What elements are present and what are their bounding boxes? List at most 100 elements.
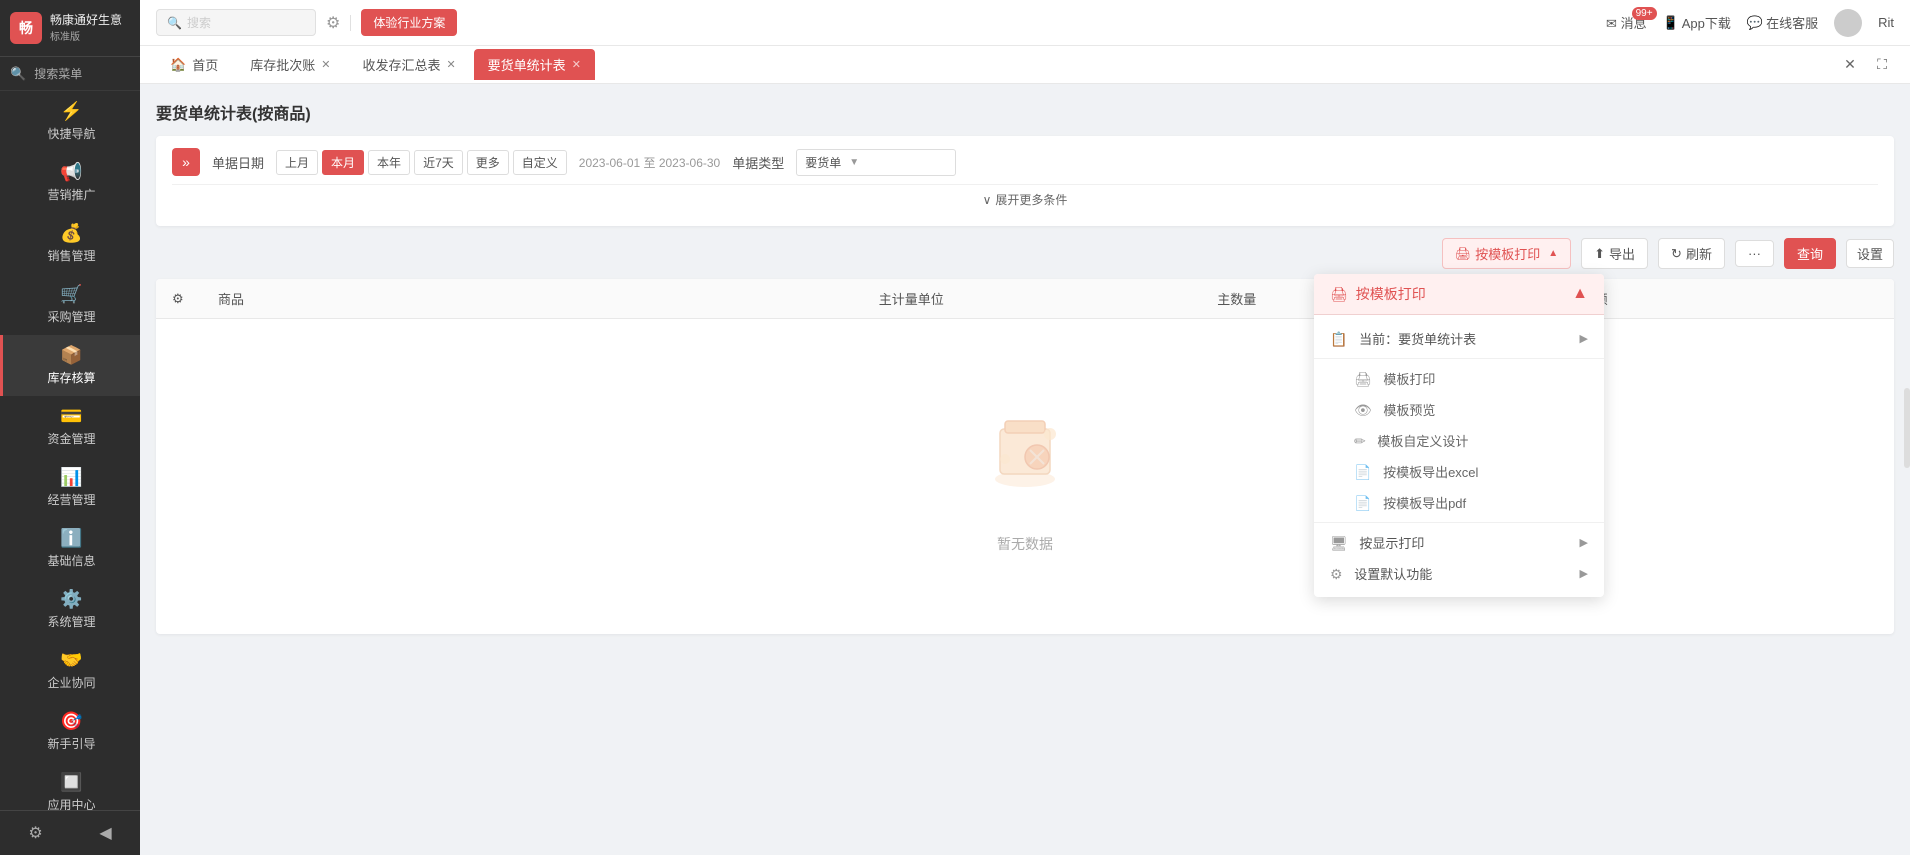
tab-close-inventory-batch[interactable]: ✕ xyxy=(321,58,330,71)
set-default-arrow: ▶ xyxy=(1580,567,1588,580)
tab-home[interactable]: 🏠 首页 xyxy=(156,49,232,80)
expand-more-icon: ∨ xyxy=(983,193,992,207)
filter-date-7days[interactable]: 近7天 xyxy=(414,150,463,175)
sidebar-item-collab[interactable]: 🤝 企业协同 xyxy=(0,640,140,701)
username-label[interactable]: Rit xyxy=(1878,15,1894,30)
sidebar-item-appstore[interactable]: 🔲 应用中心 xyxy=(0,762,140,810)
print-template-button[interactable]: 🖨 按模板打印 ▲ xyxy=(1442,238,1571,269)
topbar-search[interactable]: 🔍 搜索 xyxy=(156,9,316,36)
print-display[interactable]: 🖥 按显示打印 ▶ xyxy=(1314,527,1604,558)
message-icon: ✉ xyxy=(1606,16,1621,31)
sidebar-item-marketing[interactable]: 📢 营销推广 xyxy=(0,152,140,213)
print-current-template[interactable]: 📋 当前：要货单统计表 ▶ xyxy=(1314,323,1604,354)
export-button[interactable]: ⬆ 导出 xyxy=(1581,238,1648,269)
system-icon: ⚙️ xyxy=(60,589,82,610)
table-card: ⚙ 商品 主计量单位 主数量 零售金额 xyxy=(156,279,1894,634)
tab-receivable-label: 收发存汇总表 xyxy=(362,55,440,74)
filter-expand-button[interactable]: » xyxy=(172,148,200,176)
sidebar-nav: ⚡ 快捷导航 📢 营销推广 💰 销售管理 🛒 采购管理 📦 库存核算 💳 资金管… xyxy=(0,91,140,810)
print-dropdown-close-button[interactable]: ▲ xyxy=(1572,285,1588,303)
sidebar-item-operations[interactable]: 📊 经营管理 xyxy=(0,457,140,518)
topbar-search-placeholder: 搜索 xyxy=(187,14,211,31)
page-title: 要货单统计表(按商品) xyxy=(156,100,1894,124)
sidebar-search-label: 搜索菜单 xyxy=(34,65,82,82)
sidebar-item-basic[interactable]: ℹ️ 基础信息 xyxy=(0,518,140,579)
table-header: ⚙ 商品 主计量单位 主数量 零售金额 xyxy=(156,279,1894,319)
col-unit: 主计量单位 xyxy=(879,289,1201,308)
settings-button[interactable]: 设置 xyxy=(1846,239,1894,268)
sidebar-item-label: 采购管理 xyxy=(47,308,95,325)
more-icon: ··· xyxy=(1748,246,1761,261)
tab-close-order-stats[interactable]: ✕ xyxy=(572,58,581,71)
sidebar-item-label: 库存核算 xyxy=(47,369,95,386)
sidebar-bottom: ⚙ ◀ xyxy=(0,810,140,855)
topbar-online-service[interactable]: 💬 在线客服 xyxy=(1747,13,1818,32)
operations-icon: 📊 xyxy=(60,467,82,488)
empty-text: 暂无数据 xyxy=(997,534,1053,554)
print-template-export-pdf[interactable]: 📄 按模板导出pdf xyxy=(1314,487,1604,518)
template-design-icon: ✏ xyxy=(1354,433,1366,449)
filter-type-select[interactable]: 要货单 ▼ xyxy=(796,149,956,176)
filter-date-more[interactable]: 更多 xyxy=(467,150,509,175)
sidebar-settings-icon[interactable]: ⚙ xyxy=(20,819,50,847)
filter-date-this-year[interactable]: 本年 xyxy=(368,150,410,175)
tab-home-label: 首页 xyxy=(192,55,218,74)
filter-type-arrow-icon: ▼ xyxy=(849,157,859,168)
empty-icon xyxy=(975,399,1075,518)
print-set-default[interactable]: ⚙ 设置默认功能 ▶ xyxy=(1314,558,1604,589)
filter-date-this-month[interactable]: 本月 xyxy=(322,150,364,175)
sidebar-collapse-icon[interactable]: ◀ xyxy=(91,819,119,847)
sidebar-search[interactable]: 🔍 搜索菜单 xyxy=(0,57,140,91)
sidebar-item-inventory[interactable]: 📦 库存核算 xyxy=(0,335,140,396)
tab-order-stats[interactable]: 要货单统计表 ✕ xyxy=(474,49,595,80)
more-options-button[interactable]: ··· xyxy=(1735,240,1774,267)
refresh-button[interactable]: ↻ 刷新 xyxy=(1658,238,1725,269)
sidebar-item-quick-nav[interactable]: ⚡ 快捷导航 xyxy=(0,91,140,152)
topbar-gear-icon[interactable]: ⚙ xyxy=(326,13,340,33)
collab-icon: 🤝 xyxy=(60,650,82,671)
sidebar-item-label: 经营管理 xyxy=(47,491,95,508)
template-export-pdf-label: 按模板导出pdf xyxy=(1383,496,1466,511)
display-print-arrow: ▶ xyxy=(1580,536,1588,549)
tab-maximize-button[interactable]: ⛶ xyxy=(1870,53,1894,77)
topbar-messages[interactable]: ✉ 消息 99+ xyxy=(1606,13,1647,32)
filter-date-last-month[interactable]: 上月 xyxy=(276,150,318,175)
template-print-icon: 🖨 xyxy=(1354,371,1372,387)
sidebar-item-system[interactable]: ⚙️ 系统管理 xyxy=(0,579,140,640)
print-template-design[interactable]: ✏ 模板自定义设计 xyxy=(1314,425,1604,456)
tab-inventory-batch[interactable]: 库存批次账 ✕ xyxy=(236,49,344,80)
dropdown-divider-2 xyxy=(1314,522,1604,523)
message-badge: 99+ xyxy=(1632,7,1657,20)
sidebar-item-purchase[interactable]: 🛒 采购管理 xyxy=(0,274,140,335)
sidebar-logo: 畅 畅康通好生意 标准版 xyxy=(0,0,140,57)
tab-receivable-summary[interactable]: 收发存汇总表 ✕ xyxy=(348,49,469,80)
inventory-icon: 📦 xyxy=(60,345,82,366)
print-template-export-excel[interactable]: 📄 按模板导出excel xyxy=(1314,456,1604,487)
filter-date-custom[interactable]: 自定义 xyxy=(513,150,567,175)
tab-close-receivable[interactable]: ✕ xyxy=(446,58,455,71)
topbar: 🔍 搜索 ⚙ 体验行业方案 ✉ 消息 99+ 📱 App下载 💬 在线客服 Ri… xyxy=(140,0,1910,46)
scroll-indicator[interactable] xyxy=(1904,388,1910,468)
template-preview-icon: 👁 xyxy=(1354,402,1372,418)
print-arrow-icon: ▲ xyxy=(1548,248,1558,259)
topbar-app-download[interactable]: 📱 App下载 xyxy=(1663,13,1731,32)
current-template-label: 当前：要货单统计表 xyxy=(1359,332,1476,347)
tab-close-all-button[interactable]: ✕ xyxy=(1838,53,1862,77)
print-template-print[interactable]: 🖨 模板打印 xyxy=(1314,363,1604,394)
sidebar-item-finance[interactable]: 💳 资金管理 xyxy=(0,396,140,457)
app-logo-icon: 畅 xyxy=(10,12,42,44)
marketing-icon: 📢 xyxy=(60,162,82,183)
user-avatar[interactable] xyxy=(1834,9,1862,37)
action-bar: 🖨 按模板打印 ▲ ⬆ 导出 ↻ 刷新 ··· 查询 设置 🖨 xyxy=(156,238,1894,269)
sidebar-item-sales[interactable]: 💰 销售管理 xyxy=(0,213,140,274)
sidebar-item-newbie[interactable]: 🎯 新手引导 xyxy=(0,701,140,762)
filter-row: » 单据日期 上月 本月 本年 近7天 更多 自定义 2023-06-01 至 … xyxy=(172,148,1878,176)
col-settings[interactable]: ⚙ xyxy=(172,291,202,307)
filter-type-label: 单据类型 xyxy=(732,153,784,172)
print-template-preview[interactable]: 👁 模板预览 xyxy=(1314,394,1604,425)
app-version: 标准版 xyxy=(50,28,122,43)
service-label: 在线客服 xyxy=(1766,13,1818,32)
trial-button[interactable]: 体验行业方案 xyxy=(361,9,457,36)
query-button[interactable]: 查询 xyxy=(1784,238,1836,269)
filter-expand-more[interactable]: ∨ 展开更多条件 xyxy=(172,184,1878,214)
